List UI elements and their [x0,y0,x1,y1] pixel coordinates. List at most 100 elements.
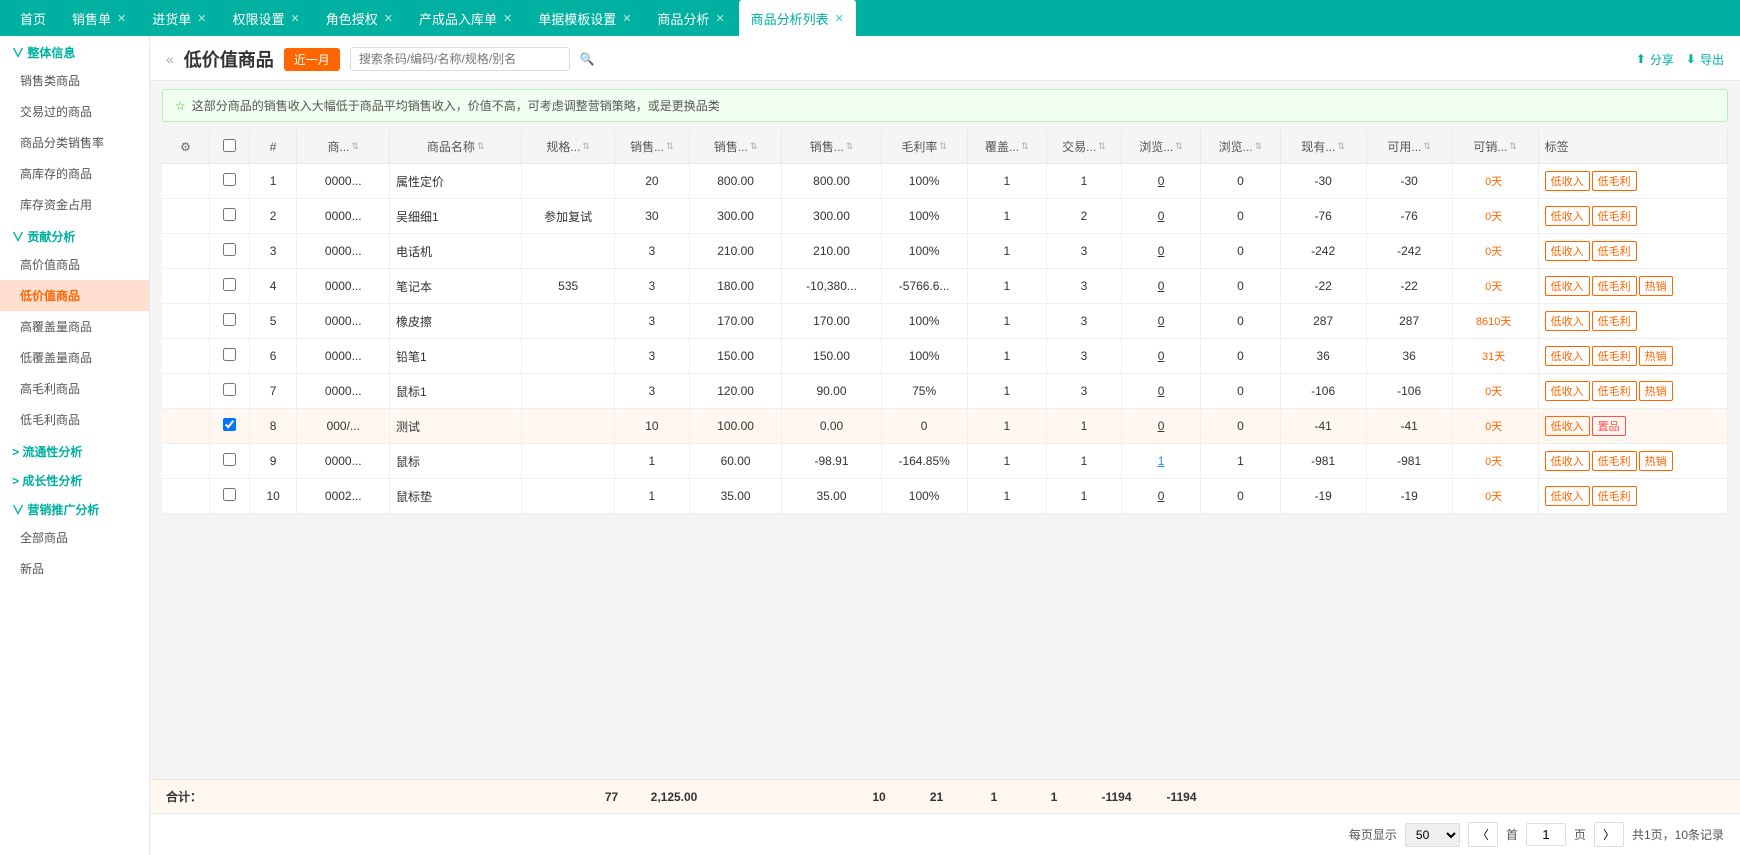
th-avail[interactable]: 可用... ⇅ [1366,130,1452,164]
td-check[interactable] [210,339,250,374]
close-icon[interactable]: ✕ [715,12,724,25]
sidebar-group-growth[interactable]: > 成长性分析 [0,464,149,493]
close-icon[interactable]: ✕ [835,12,844,25]
th-sales-amt[interactable]: 销售... ⇅ [689,130,782,164]
table-wrapper[interactable]: ⚙ # 商... ⇅ 商品名称 ⇅ 规格... ⇅ 销售... ⇅ 销售... … [150,130,1740,779]
row-checkbox[interactable] [223,383,236,396]
td-browse1[interactable]: 1 [1121,444,1200,479]
sidebar-item-category-rate[interactable]: 商品分类销售率 [0,127,149,158]
browse-link[interactable]: 0 [1158,419,1165,433]
browse-link[interactable]: 0 [1158,174,1165,188]
row-checkbox[interactable] [223,453,236,466]
browse-link[interactable]: 0 [1158,489,1165,503]
search-icon[interactable]: 🔍 [580,52,595,66]
th-sales-qty[interactable]: 销售... ⇅ [614,130,689,164]
close-icon[interactable]: ✕ [197,12,206,25]
close-icon[interactable]: ✕ [622,12,631,25]
th-gross[interactable]: 毛利率 ⇅ [881,130,967,164]
sidebar-item-low-value[interactable]: 低价值商品 [0,280,149,311]
th-sales-avg[interactable]: 销售... ⇅ [782,130,881,164]
td-check[interactable] [210,374,250,409]
nav-analysis[interactable]: 商品分析 ✕ [645,0,736,36]
sidebar-item-new-products[interactable]: 新品 [0,553,149,584]
close-icon[interactable]: ✕ [291,12,300,25]
th-trans[interactable]: 交易... ⇅ [1047,130,1122,164]
row-checkbox[interactable] [223,208,236,221]
collapse-icon[interactable]: « [166,51,174,67]
td-browse1[interactable]: 0 [1121,234,1200,269]
search-input[interactable] [350,47,570,71]
td-browse1[interactable]: 0 [1121,304,1200,339]
nav-role[interactable]: 角色授权 ✕ [314,0,405,36]
sidebar-item-high-value[interactable]: 高价值商品 [0,249,149,280]
close-icon[interactable]: ✕ [503,12,512,25]
td-browse1[interactable]: 0 [1121,479,1200,514]
row-checkbox[interactable] [223,418,236,431]
td-browse1[interactable]: 0 [1121,269,1200,304]
nav-permission[interactable]: 权限设置 ✕ [220,0,311,36]
th-browse2[interactable]: 浏览... ⇅ [1201,130,1280,164]
td-check[interactable] [210,164,250,199]
row-checkbox[interactable] [223,488,236,501]
th-cover[interactable]: 覆盖... ⇅ [967,130,1046,164]
sidebar-item-sales-products[interactable]: 销售类商品 [0,65,149,96]
sidebar-group-overview[interactable]: ∨ 整体信息 [0,36,149,65]
browse-link[interactable]: 0 [1158,384,1165,398]
td-browse1[interactable]: 0 [1121,164,1200,199]
export-button[interactable]: ⬇ 导出 [1686,51,1724,68]
th-settings[interactable]: ⚙ [162,130,210,164]
th-name[interactable]: 商品名称 ⇅ [390,130,522,164]
th-code[interactable]: 商... ⇅ [297,130,390,164]
nav-template[interactable]: 单据模板设置 ✕ [526,0,643,36]
td-check[interactable] [210,444,250,479]
nav-analysis-list[interactable]: 商品分析列表 ✕ [739,0,856,36]
row-checkbox[interactable] [223,278,236,291]
next-page-btn[interactable]: 〉 [1594,822,1624,847]
sidebar-item-all-products[interactable]: 全部商品 [0,522,149,553]
nav-inbound[interactable]: 产成品入库单 ✕ [407,0,524,36]
select-all-checkbox[interactable] [223,139,236,152]
browse-link[interactable]: 0 [1158,314,1165,328]
sidebar-item-low-coverage[interactable]: 低覆盖量商品 [0,342,149,373]
td-check[interactable] [210,269,250,304]
sidebar-item-traded[interactable]: 交易过的商品 [0,96,149,127]
nav-sales[interactable]: 销售单 ✕ [60,0,138,36]
sidebar-item-high-margin[interactable]: 高毛利商品 [0,373,149,404]
browse-link[interactable]: 0 [1158,244,1165,258]
close-icon[interactable]: ✕ [117,12,126,25]
browse-link[interactable]: 0 [1158,279,1165,293]
browse-link[interactable]: 0 [1158,209,1165,223]
first-page-btn[interactable]: 〈 [1468,822,1498,847]
nav-purchase[interactable]: 进货单 ✕ [140,0,218,36]
td-browse1[interactable]: 0 [1121,199,1200,234]
sidebar-item-stock-capital[interactable]: 库存资金占用 [0,189,149,220]
th-spec[interactable]: 规格... ⇅ [522,130,615,164]
row-checkbox[interactable] [223,243,236,256]
sidebar-item-low-margin[interactable]: 低毛利商品 [0,404,149,435]
per-page-select[interactable]: 50 100 [1405,823,1460,847]
row-checkbox[interactable] [223,313,236,326]
filter-recent-month[interactable]: 近一月 [284,48,340,71]
browse-link[interactable]: 0 [1158,349,1165,363]
sidebar-item-high-stock[interactable]: 高库存的商品 [0,158,149,189]
td-check[interactable] [210,479,250,514]
sidebar-group-circulation[interactable]: > 流通性分析 [0,435,149,464]
page-number-input[interactable] [1526,823,1566,846]
sidebar-group-marketing[interactable]: ∨ 营销推广分析 [0,493,149,522]
th-browse1[interactable]: 浏览... ⇅ [1121,130,1200,164]
settings-icon[interactable]: ⚙ [180,140,191,154]
td-browse1[interactable]: 0 [1121,409,1200,444]
sidebar-group-contribution[interactable]: ∨ 贡献分析 [0,220,149,249]
td-check[interactable] [210,234,250,269]
th-checkbox[interactable] [210,130,250,164]
td-check[interactable] [210,304,250,339]
td-check[interactable] [210,409,250,444]
row-checkbox[interactable] [223,348,236,361]
browse-link[interactable]: 1 [1158,454,1165,468]
row-checkbox[interactable] [223,173,236,186]
close-icon[interactable]: ✕ [384,12,393,25]
th-current[interactable]: 现有... ⇅ [1280,130,1366,164]
share-button[interactable]: ⬆ 分享 [1636,51,1674,68]
th-sellable[interactable]: 可销... ⇅ [1452,130,1538,164]
sidebar-item-high-coverage[interactable]: 高覆盖量商品 [0,311,149,342]
